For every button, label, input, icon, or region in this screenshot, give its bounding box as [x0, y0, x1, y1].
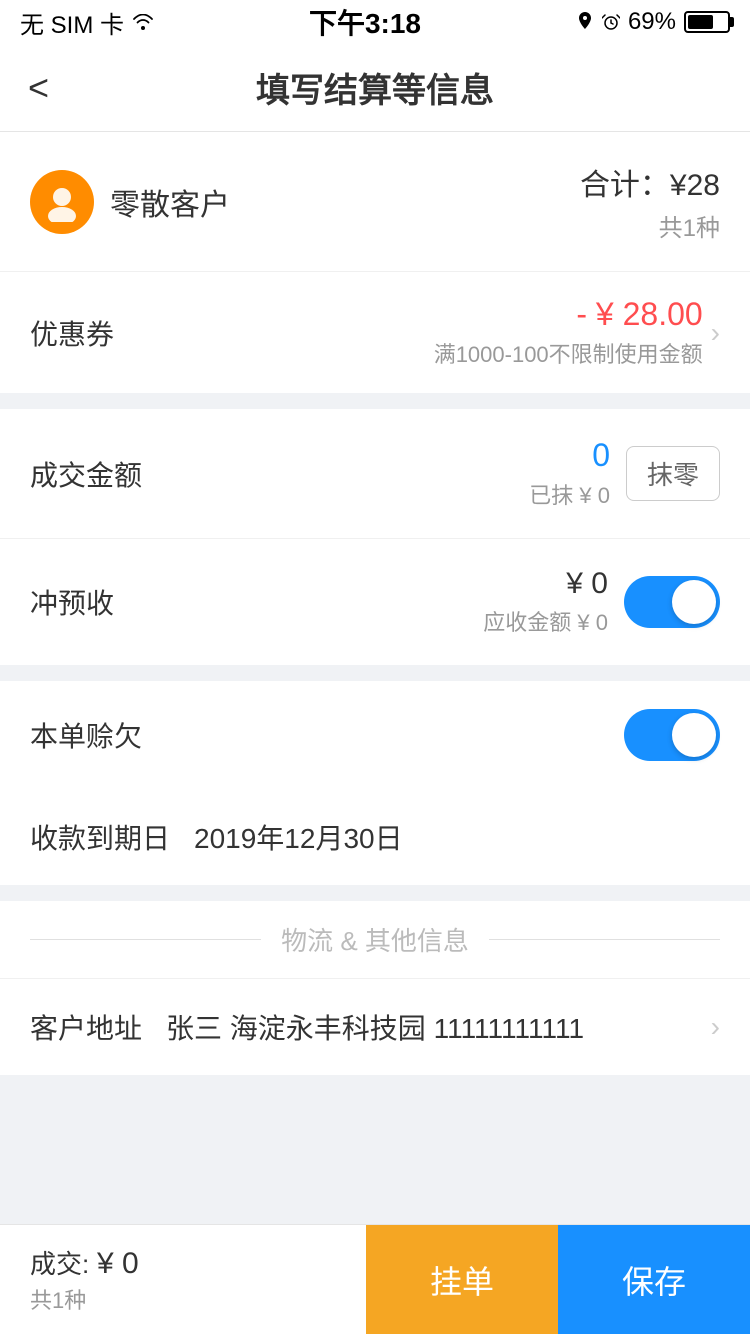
battery-icon: [684, 11, 730, 33]
coupon-right-inner: - ¥ 28.00 满1000-100不限制使用金额: [434, 296, 703, 369]
wifi-icon: [132, 14, 154, 30]
duedate-row: 收款到期日 2019年12月30日: [0, 789, 750, 885]
customer-left: 零散客户: [30, 170, 230, 234]
prepayment-sub: 应收金额 ¥ 0: [483, 605, 608, 637]
customer-name: 零散客户: [110, 180, 230, 224]
debt-row: 本单赊欠: [0, 681, 750, 789]
prepayment-toggle[interactable]: [624, 576, 720, 628]
transaction-section: 成交金额 0 已抹 ¥ 0 抹零 冲预收 ¥ 0 应收金额 ¥ 0: [0, 409, 750, 665]
status-right: 69%: [576, 8, 730, 36]
toggle-knob: [672, 580, 716, 624]
round-zero-button[interactable]: 抹零: [626, 446, 720, 501]
logistics-label: 物流 & 其他信息: [261, 921, 489, 958]
bottom-label: 成交:: [30, 1249, 89, 1279]
transaction-amount: 0: [529, 437, 610, 474]
prepayment-right: ¥ 0 应收金额 ¥ 0: [483, 567, 720, 637]
customer-right: 合计：¥28 共1种: [580, 160, 720, 243]
duedate-label: 收款到期日: [30, 817, 170, 857]
coupon-label: 优惠券: [30, 313, 114, 353]
save-button[interactable]: 保存: [558, 1225, 750, 1334]
prepayment-amounts: ¥ 0 应收金额 ¥ 0: [483, 567, 608, 637]
coupon-desc: 满1000-100不限制使用金额: [434, 337, 703, 369]
back-button[interactable]: <: [28, 67, 49, 109]
bottom-transaction-line: 成交: ¥ 0: [30, 1244, 336, 1281]
total-amount: 合计：¥28: [580, 160, 720, 204]
prepayment-label: 冲预收: [30, 582, 114, 622]
duedate-value: 2019年12月30日: [194, 817, 403, 857]
address-chevron-icon: ›: [711, 1011, 720, 1043]
location-icon: [576, 12, 594, 32]
total-count: 共1种: [580, 208, 720, 243]
bottom-summary: 成交: ¥ 0 共1种: [0, 1244, 366, 1315]
debt-section: 本单赊欠 收款到期日 2019年12月30日: [0, 681, 750, 885]
status-time: 下午3:18: [309, 2, 421, 42]
page-title: 填写结算等信息: [256, 63, 494, 112]
logistics-line-right: [489, 939, 720, 940]
logistics-section: 物流 & 其他信息 客户地址 张三 海淀永丰科技园 11111111111 ›: [0, 901, 750, 1075]
bottom-count: 共1种: [30, 1283, 336, 1315]
transaction-label: 成交金额: [30, 454, 142, 494]
transaction-amounts: 0 已抹 ¥ 0: [529, 437, 610, 510]
coupon-amount: - ¥ 28.00: [434, 296, 703, 333]
logistics-header: 物流 & 其他信息: [0, 901, 750, 978]
transaction-sub: 已抹 ¥ 0: [529, 478, 610, 510]
content: 零散客户 合计：¥28 共1种 优惠券 - ¥ 28.00 满1000-100不…: [0, 132, 750, 1211]
alarm-icon: [602, 12, 620, 32]
customer-row: 零散客户 合计：¥28 共1种: [0, 132, 750, 271]
battery-percent: 69%: [628, 8, 676, 36]
status-left: 无 SIM 卡: [20, 5, 154, 40]
bottom-amount: ¥ 0: [97, 1247, 139, 1280]
status-bar: 无 SIM 卡 下午3:18 69%: [0, 0, 750, 44]
coupon-chevron-icon: ›: [711, 317, 720, 349]
address-value: 张三 海淀永丰科技园 11111111111: [166, 1007, 711, 1047]
debt-toggle-knob: [672, 713, 716, 757]
prepayment-row: 冲预收 ¥ 0 应收金额 ¥ 0: [0, 539, 750, 665]
transaction-row: 成交金额 0 已抹 ¥ 0 抹零: [0, 409, 750, 539]
logistics-line-left: [30, 939, 261, 940]
nav-bar: < 填写结算等信息: [0, 44, 750, 132]
debt-toggle[interactable]: [624, 709, 720, 761]
bottom-bar: 成交: ¥ 0 共1种 挂单 保存: [0, 1224, 750, 1334]
hang-button[interactable]: 挂单: [366, 1225, 558, 1334]
coupon-right: - ¥ 28.00 满1000-100不限制使用金额 ›: [434, 296, 720, 369]
sim-status: 无 SIM 卡: [20, 5, 124, 40]
customer-coupon-card: 零散客户 合计：¥28 共1种 优惠券 - ¥ 28.00 满1000-100不…: [0, 132, 750, 393]
avatar: [30, 170, 94, 234]
address-row[interactable]: 客户地址 张三 海淀永丰科技园 11111111111 ›: [0, 978, 750, 1075]
avatar-icon: [42, 182, 82, 222]
transaction-right: 0 已抹 ¥ 0 抹零: [529, 437, 720, 510]
address-label: 客户地址: [30, 1007, 142, 1047]
debt-label: 本单赊欠: [30, 715, 142, 755]
prepayment-amount: ¥ 0: [483, 567, 608, 601]
coupon-row[interactable]: 优惠券 - ¥ 28.00 满1000-100不限制使用金额 ›: [0, 271, 750, 393]
